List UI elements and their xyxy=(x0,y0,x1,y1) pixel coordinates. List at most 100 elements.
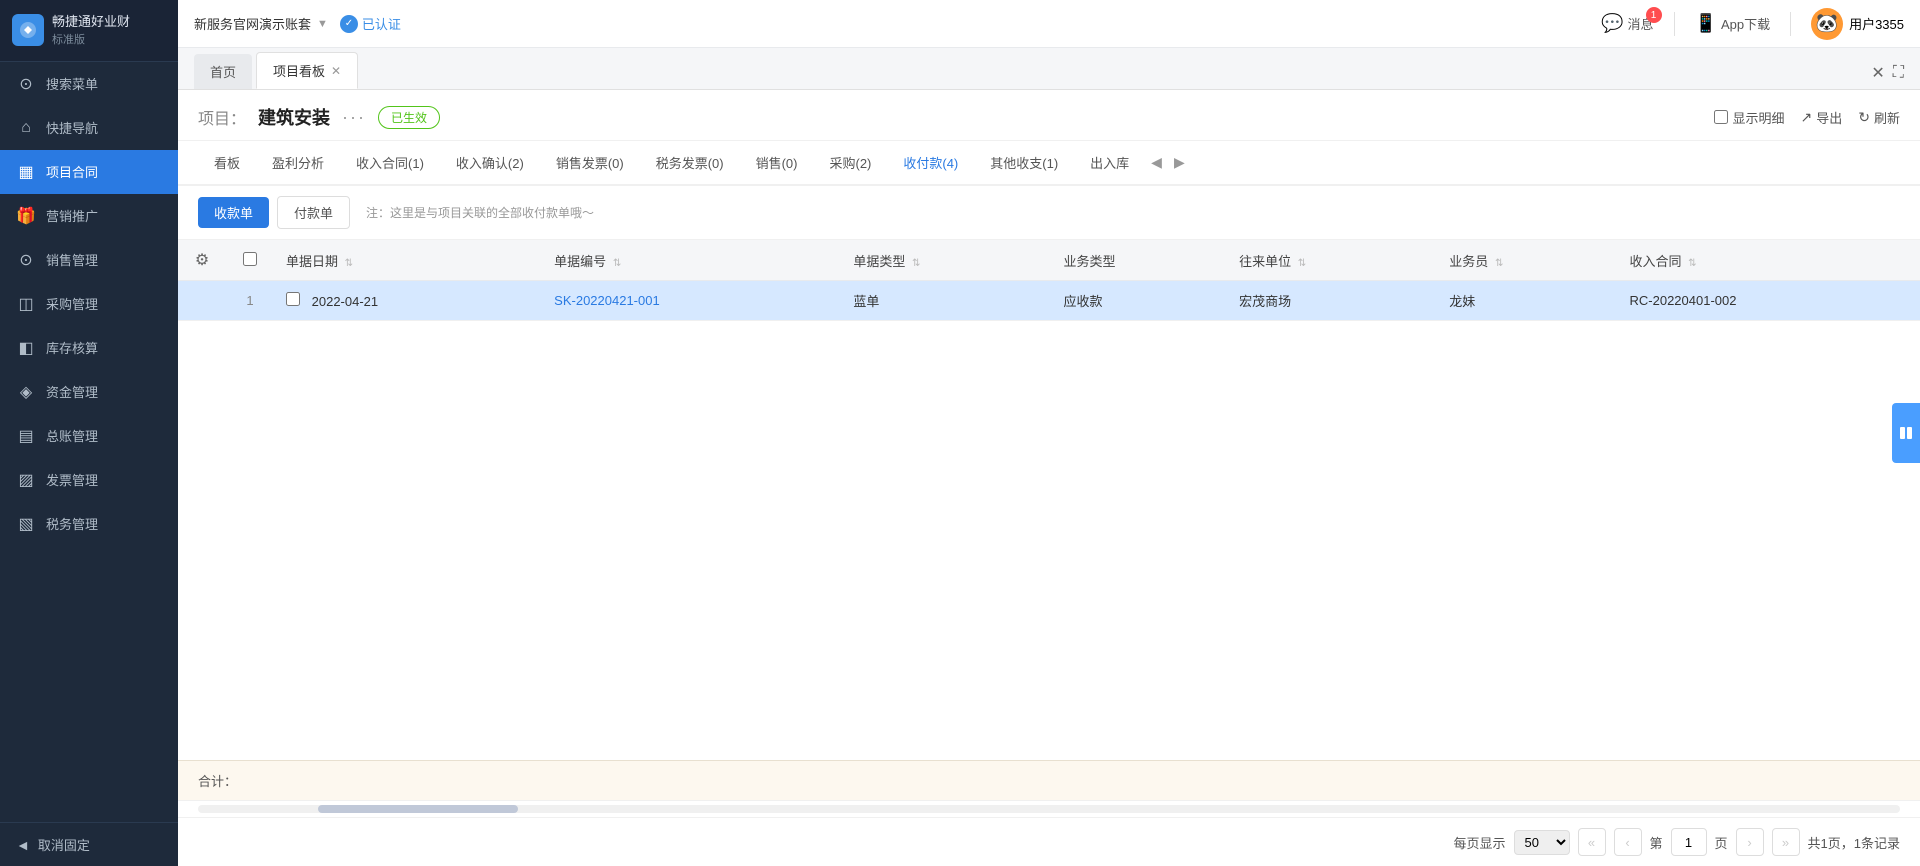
subnav-payment[interactable]: 收付款(4) xyxy=(887,141,974,186)
refresh-button[interactable]: ↻ 刷新 xyxy=(1858,108,1900,127)
message-icon: 💬 xyxy=(1601,13,1623,34)
subnav-next-arrow[interactable]: ▶ xyxy=(1168,146,1191,179)
subnav-kanban[interactable]: 看板 xyxy=(198,141,256,186)
sidebar-finance-label: 资金管理 xyxy=(46,382,98,401)
app-edition: 标准版 xyxy=(52,31,130,47)
sidebar-item-quicknav[interactable]: ⌂ 快捷导航 xyxy=(0,106,178,150)
messages-badge: 1 xyxy=(1646,7,1662,23)
sidebar-item-inventory[interactable]: ◧ 库存核算 xyxy=(0,326,178,370)
subnav-prev-arrow[interactable]: ◀ xyxy=(1145,146,1168,179)
th-checkbox xyxy=(226,240,274,281)
close-window-button[interactable]: ✕ xyxy=(1871,63,1884,83)
app-name: 畅捷通好业财 xyxy=(52,14,130,31)
row-checkbox[interactable] xyxy=(286,292,300,306)
show-detail-input[interactable] xyxy=(1714,110,1728,124)
select-all-checkbox[interactable] xyxy=(243,252,257,266)
user-label: 用户3355 xyxy=(1849,14,1904,33)
maximize-window-button[interactable]: ⛶ xyxy=(1893,64,1904,82)
scrollbar-thumb[interactable] xyxy=(318,805,518,813)
sidebar-item-purchase[interactable]: ◫ 采购管理 xyxy=(0,282,178,326)
th-doctype-label: 单据类型 xyxy=(853,254,905,269)
th-biz-type: 业务类型 xyxy=(1052,240,1228,281)
subnav-sales-invoice[interactable]: 销售发票(0) xyxy=(540,141,640,186)
horizontal-scrollbar-area[interactable] xyxy=(178,800,1920,817)
sidebar-item-invoice[interactable]: ▨ 发票管理 xyxy=(0,458,178,502)
tab-home[interactable]: 首页 xyxy=(194,54,252,89)
project-header-actions: 显示明细 ↗ 导出 ↻ 刷新 xyxy=(1714,108,1900,127)
project-label: 项目： xyxy=(198,105,246,129)
first-page-button[interactable]: « xyxy=(1578,828,1606,856)
table-area: ⚙ 单据日期 ⇅ 单据编号 ⇅ xyxy=(178,240,1920,760)
receipt-button[interactable]: 收款单 xyxy=(198,197,269,228)
side-panel-toggle[interactable] xyxy=(1892,403,1920,463)
prev-page-button[interactable]: ‹ xyxy=(1614,828,1642,856)
export-button[interactable]: ↗ 导出 xyxy=(1801,108,1843,127)
subnav-profit[interactable]: 盈利分析 xyxy=(256,141,340,186)
row-biz-type: 应收款 xyxy=(1064,294,1103,309)
doctype-sort-icon: ⇅ xyxy=(912,258,920,269)
th-doc-type[interactable]: 单据类型 ⇅ xyxy=(841,240,1051,281)
sidebar-search-label: 搜索菜单 xyxy=(46,74,98,93)
sidebar-item-finance[interactable]: ◈ 资金管理 xyxy=(0,370,178,414)
row-doc-no-link[interactable]: SK-20220421-001 xyxy=(554,293,660,308)
th-partner-label: 往来单位 xyxy=(1239,254,1291,269)
app-logo-icon xyxy=(12,14,44,46)
messages-button[interactable]: 💬 消息 1 xyxy=(1601,13,1653,34)
project-icon: ▦ xyxy=(16,162,36,182)
th-salesman[interactable]: 业务员 ⇅ xyxy=(1437,240,1617,281)
th-contract[interactable]: 收入合同 ⇅ xyxy=(1618,240,1920,281)
subnav-tax-invoice[interactable]: 税务发票(0) xyxy=(640,141,740,186)
sidebar-item-project[interactable]: ▦ 项目合同 xyxy=(0,150,178,194)
subnav-sales[interactable]: 销售(0) xyxy=(740,141,814,186)
td-num: 1 xyxy=(226,281,274,321)
th-doc-no[interactable]: 单据编号 ⇅ xyxy=(542,240,841,281)
docno-sort-icon: ⇅ xyxy=(613,258,621,269)
sidebar-item-search[interactable]: ⊙ 搜索菜单 xyxy=(0,62,178,106)
subnav-income-confirm[interactable]: 收入确认(2) xyxy=(440,141,540,186)
app-download-label: App下载 xyxy=(1721,14,1770,33)
date-sort-icon: ⇅ xyxy=(345,258,353,269)
th-docno-label: 单据编号 xyxy=(554,254,606,269)
sidebar-item-ledger[interactable]: ▤ 总账管理 xyxy=(0,414,178,458)
finance-icon: ◈ xyxy=(16,382,36,402)
account-selector[interactable]: 新服务官网演示账套 ▼ xyxy=(194,14,328,33)
row-num: 1 xyxy=(246,293,253,308)
project-more-button[interactable]: ··· xyxy=(342,107,366,128)
contract-sort-icon: ⇅ xyxy=(1688,258,1696,269)
last-page-button[interactable]: » xyxy=(1772,828,1800,856)
th-contract-label: 收入合同 xyxy=(1630,254,1682,269)
subnav-inout[interactable]: 出入库 xyxy=(1074,141,1145,186)
subnav-income-contract[interactable]: 收入合同(1) xyxy=(340,141,440,186)
payment-button[interactable]: 付款单 xyxy=(277,196,350,229)
unpin-button[interactable]: ◄ 取消固定 xyxy=(0,822,178,866)
sidebar-item-marketing[interactable]: 🎁 营销推广 xyxy=(0,194,178,238)
tabbar: 首页 项目看板 ✕ ✕ ⛶ xyxy=(178,48,1920,90)
row-contract: RC-20220401-002 xyxy=(1630,293,1737,308)
per-page-select[interactable]: 50 100 200 xyxy=(1514,830,1570,855)
sidebar-item-sales[interactable]: ⊙ 销售管理 xyxy=(0,238,178,282)
row-partner: 宏茂商场 xyxy=(1239,294,1291,309)
close-tab-icon[interactable]: ✕ xyxy=(331,65,341,77)
table-settings-icon[interactable]: ⚙ xyxy=(195,252,209,269)
sidebar-purchase-label: 采购管理 xyxy=(46,294,98,313)
sidebar-menu: ⊙ 搜索菜单 ⌂ 快捷导航 ▦ 项目合同 🎁 营销推广 ⊙ 销售管理 ◫ 采购管… xyxy=(0,62,178,822)
show-detail-checkbox[interactable]: 显示明细 xyxy=(1714,108,1784,127)
sidebar-sales-label: 销售管理 xyxy=(46,250,98,269)
per-page-label: 每页显示 xyxy=(1453,833,1505,852)
user-menu[interactable]: 🐼 用户3355 xyxy=(1811,8,1904,40)
page-number-input[interactable] xyxy=(1671,828,1707,856)
tabbar-controls: ✕ ⛶ xyxy=(1871,63,1904,89)
subnav-purchase[interactable]: 采购(2) xyxy=(813,141,887,186)
next-page-button[interactable]: › xyxy=(1736,828,1764,856)
page-prefix-label: 第 xyxy=(1650,833,1663,852)
user-avatar: 🐼 xyxy=(1811,8,1843,40)
scrollbar-track[interactable] xyxy=(198,805,1900,813)
tab-project-board-label: 项目看板 xyxy=(273,61,325,80)
tab-project-board[interactable]: 项目看板 ✕ xyxy=(256,52,358,89)
sidebar-item-tax[interactable]: ▧ 税务管理 xyxy=(0,502,178,546)
th-date[interactable]: 单据日期 ⇅ xyxy=(274,240,542,281)
th-partner[interactable]: 往来单位 ⇅ xyxy=(1227,240,1437,281)
td-partner: 宏茂商场 xyxy=(1227,281,1437,321)
app-download-button[interactable]: 📱 App下载 xyxy=(1695,13,1771,34)
subnav-other[interactable]: 其他收支(1) xyxy=(974,141,1074,186)
